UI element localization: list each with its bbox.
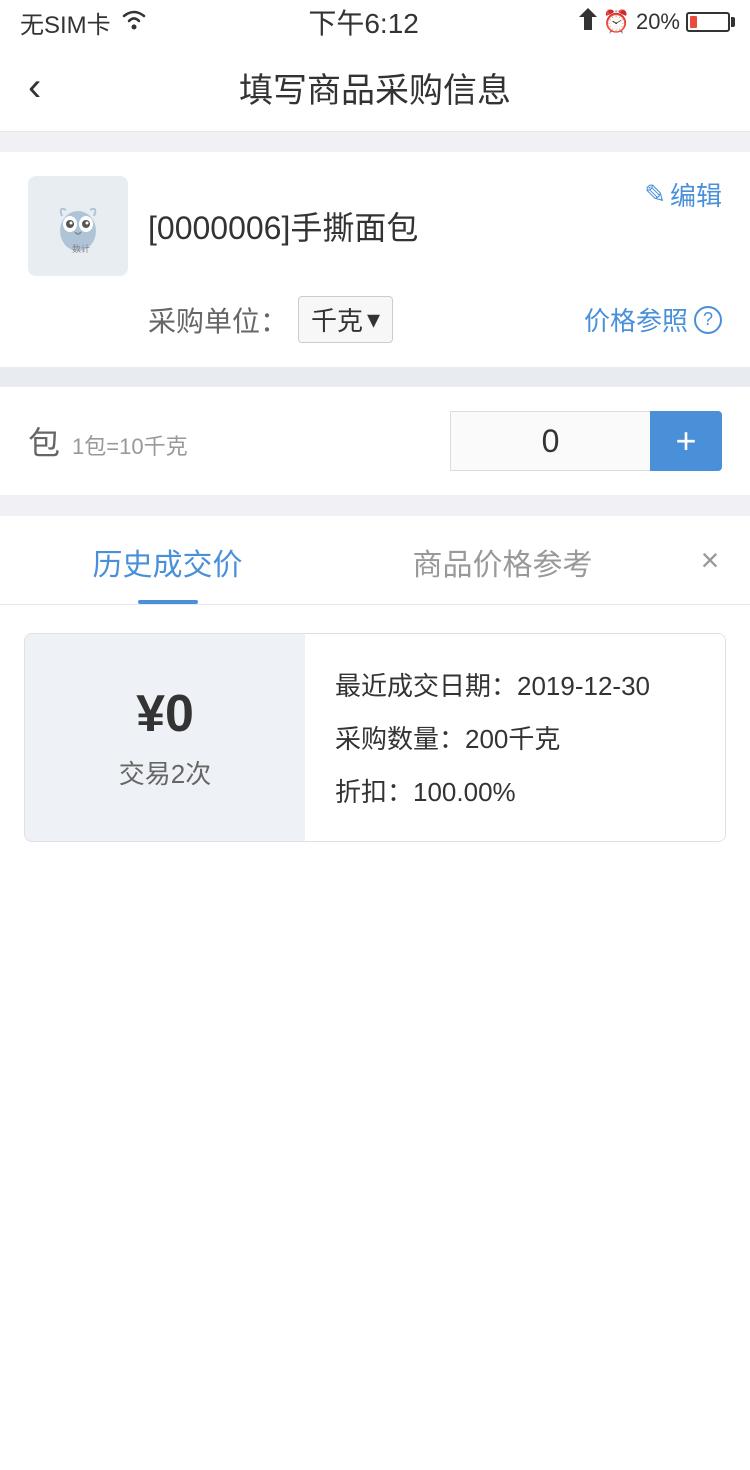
- trade-date-label: 最近成交日期：: [335, 671, 517, 701]
- trade-card-left: ¥0 交易2次: [25, 634, 305, 841]
- dropdown-icon: ▾: [367, 304, 380, 335]
- section-divider: [0, 367, 750, 387]
- status-left: 无SIM卡: [20, 5, 149, 40]
- quantity-plus-button[interactable]: +: [650, 411, 722, 471]
- quantity-input-wrap: +: [450, 411, 722, 471]
- qty-unit-small: 1包=10千克: [72, 429, 188, 461]
- trade-discount-row: 折扣：100.00%: [335, 772, 695, 809]
- tabs-close-button[interactable]: ×: [670, 542, 750, 579]
- price-ref-button[interactable]: 价格参照 ?: [584, 301, 722, 338]
- plus-icon: +: [675, 420, 696, 462]
- help-icon: ?: [694, 306, 722, 334]
- trade-qty-value: 200千克: [465, 724, 560, 754]
- tabs-section: 历史成交价 商品价格参考 × ¥0 交易2次 最近成交日期：2019-12-30…: [0, 516, 750, 1470]
- close-icon: ×: [701, 542, 720, 579]
- tab-price-ref[interactable]: 商品价格参考: [335, 516, 670, 604]
- product-thumbnail: 数计: [28, 176, 128, 276]
- trade-discount-label: 折扣：: [335, 777, 413, 807]
- alarm-icon: ⏰: [603, 9, 630, 35]
- quantity-row: 包 1包=10千克 +: [0, 387, 750, 496]
- trade-date-row: 最近成交日期：2019-12-30: [335, 666, 695, 703]
- product-card: 数计 [0000006]手撕面包 ✎ 编辑 采购单位： 千克 ▾ 价格参照 ?: [0, 152, 750, 367]
- wifi-icon: [119, 8, 149, 37]
- tab-history-price[interactable]: 历史成交价: [0, 516, 335, 604]
- edit-icon: ✎: [644, 179, 666, 210]
- trade-qty-row: 采购数量：200千克: [335, 719, 695, 756]
- back-button[interactable]: ‹: [28, 65, 41, 110]
- product-name: [0000006]手撕面包: [148, 203, 418, 249]
- trade-discount-value: 100.00%: [413, 777, 516, 807]
- quantity-input[interactable]: [450, 411, 650, 471]
- edit-button[interactable]: ✎ 编辑: [644, 176, 722, 213]
- main-content-area: [0, 870, 750, 1470]
- status-time: 下午6:12: [308, 2, 419, 42]
- location-icon: [579, 8, 597, 36]
- trade-count: 交易2次: [119, 754, 211, 791]
- svg-text:数计: 数计: [72, 243, 90, 254]
- sim-label: 无SIM卡: [20, 5, 111, 40]
- battery-indicator: [686, 12, 730, 32]
- unit-value: 千克: [311, 301, 363, 338]
- tabs-header: 历史成交价 商品价格参考 ×: [0, 516, 750, 605]
- product-header: 数计 [0000006]手撕面包 ✎ 编辑: [28, 176, 722, 276]
- trade-date-value: 2019-12-30: [517, 671, 650, 701]
- trade-price: ¥0: [136, 684, 194, 744]
- status-bar: 无SIM卡 下午6:12 ⏰ 20%: [0, 0, 750, 44]
- product-logo: 数计: [48, 196, 108, 256]
- trade-qty-label: 采购数量：: [335, 724, 465, 754]
- status-right: ⏰ 20%: [579, 8, 730, 36]
- battery-percent: 20%: [636, 9, 680, 35]
- page-title: 填写商品采购信息: [239, 63, 511, 112]
- product-unit-row: 采购单位： 千克 ▾ 价格参照 ?: [28, 296, 722, 343]
- trade-card: ¥0 交易2次 最近成交日期：2019-12-30 采购数量：200千克 折扣：…: [24, 633, 726, 842]
- quantity-unit-label: 包 1包=10千克: [28, 418, 188, 464]
- price-ref-label: 价格参照: [584, 301, 688, 338]
- edit-label: 编辑: [670, 176, 722, 213]
- unit-select[interactable]: 千克 ▾: [298, 296, 393, 343]
- qty-unit-big: 包: [28, 418, 60, 464]
- trade-card-right: 最近成交日期：2019-12-30 采购数量：200千克 折扣：100.00%: [305, 634, 725, 841]
- product-left: 数计 [0000006]手撕面包: [28, 176, 418, 276]
- tab-history-label: 历史成交价: [93, 549, 243, 582]
- nav-bar: ‹ 填写商品采购信息: [0, 44, 750, 132]
- unit-label: 采购单位：: [148, 300, 288, 340]
- tab-price-ref-label: 商品价格参考: [413, 549, 593, 582]
